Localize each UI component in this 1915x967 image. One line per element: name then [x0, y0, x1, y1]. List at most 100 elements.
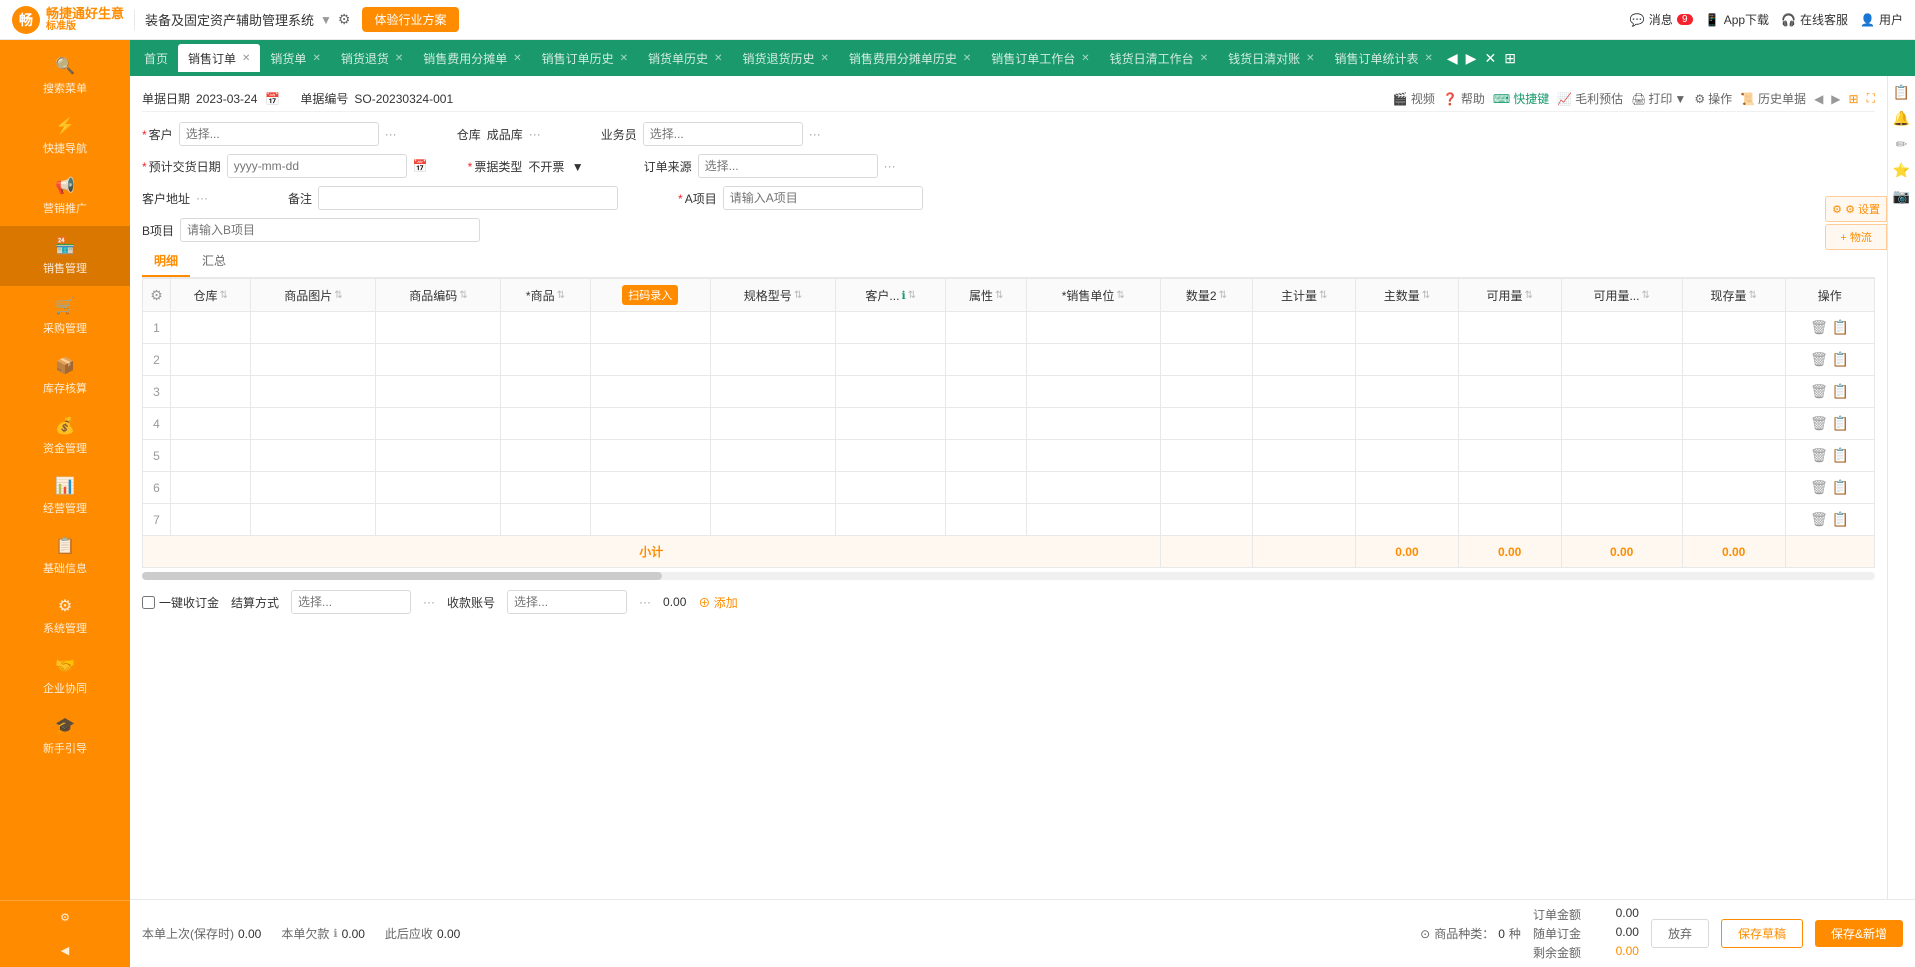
row-6-product[interactable]	[501, 472, 590, 504]
row-2-attribute[interactable]	[946, 344, 1026, 376]
stock-sort-icon[interactable]: ⇅	[1748, 290, 1756, 301]
sidebar-settings-btn[interactable]: ⚙	[0, 901, 130, 934]
customer-ellipsis[interactable]: ···	[385, 127, 397, 141]
row-1-stock[interactable]	[1682, 312, 1785, 344]
system-settings-icon[interactable]: ⚙	[338, 11, 351, 28]
payment-method-input[interactable]	[291, 590, 411, 614]
sidebar-item-guide[interactable]: 🎓 新手引导	[0, 706, 130, 766]
row-3-copy-btn[interactable]: 📋	[1832, 383, 1849, 400]
delivery-date-input[interactable]	[227, 154, 407, 178]
row-7-stock[interactable]	[1682, 504, 1785, 536]
row-3-attribute[interactable]	[946, 376, 1026, 408]
tab-sales-stat-close[interactable]: ✕	[1425, 53, 1433, 64]
row-7-warehouse[interactable]	[171, 504, 251, 536]
tab-sales-return-close[interactable]: ✕	[312, 53, 320, 64]
row-1-qty2[interactable]	[1160, 312, 1253, 344]
tab-sales-order[interactable]: 销售订单 ✕	[178, 44, 260, 72]
row-4-qty2[interactable]	[1160, 408, 1253, 440]
delivery-calendar-icon[interactable]: 📅	[413, 159, 428, 173]
row-4-customer-code[interactable]	[835, 408, 945, 440]
right-panel-edit-icon[interactable]: ✏	[1890, 132, 1914, 156]
row-2-available2[interactable]	[1561, 344, 1682, 376]
row-4-spec[interactable]	[711, 408, 836, 440]
row-6-stock[interactable]	[1682, 472, 1785, 504]
row-7-copy-btn[interactable]: 📋	[1832, 511, 1849, 528]
row-2-available[interactable]	[1458, 344, 1561, 376]
tab-order-history-close[interactable]: ✕	[620, 53, 628, 64]
right-panel-clipboard-icon[interactable]: 📋	[1890, 80, 1914, 104]
row-3-stock[interactable]	[1682, 376, 1785, 408]
row-6-sales-unit[interactable]	[1026, 472, 1160, 504]
row-3-product-img[interactable]	[251, 376, 376, 408]
row-1-available2[interactable]	[1561, 312, 1682, 344]
row-3-product-code[interactable]	[376, 376, 501, 408]
row-4-delete-btn[interactable]: 🗑	[1810, 415, 1828, 432]
row-5-copy-btn[interactable]: 📋	[1832, 447, 1849, 464]
tab-cash-daily-close[interactable]: ✕	[1200, 53, 1208, 64]
customer-code-sort-icon[interactable]: ⇅	[908, 290, 916, 301]
row-2-spec[interactable]	[711, 344, 836, 376]
add-logistics-float-btn[interactable]: + 物流	[1825, 224, 1887, 250]
product-img-sort-icon[interactable]: ⇅	[334, 290, 342, 301]
doc-nav-next[interactable]: ▶	[1831, 92, 1840, 106]
sidebar-item-purchase[interactable]: 🛒 采购管理	[0, 286, 130, 346]
row-1-attribute[interactable]	[946, 312, 1026, 344]
row-7-scan[interactable]	[590, 504, 711, 536]
row-5-qty2[interactable]	[1160, 440, 1253, 472]
row-7-main-unit[interactable]	[1253, 504, 1356, 536]
sidebar-item-quick[interactable]: ⚡ 快捷导航	[0, 106, 130, 166]
row-2-delete-btn[interactable]: 🗑	[1810, 351, 1828, 368]
sidebar-item-marketing[interactable]: 📢 营销推广	[0, 166, 130, 226]
row-1-scan[interactable]	[590, 312, 711, 344]
tab-return-history-close[interactable]: ✕	[714, 53, 722, 64]
row-6-available2[interactable]	[1561, 472, 1682, 504]
payment-method-ellipsis[interactable]: ···	[423, 595, 435, 609]
row-6-product-code[interactable]	[376, 472, 501, 504]
row-5-main-qty[interactable]	[1356, 440, 1459, 472]
customer-input[interactable]	[179, 122, 379, 146]
row-4-product-img[interactable]	[251, 408, 376, 440]
row-2-main-qty[interactable]	[1356, 344, 1459, 376]
row-6-delete-btn[interactable]: 🗑	[1810, 479, 1828, 496]
tab-more-btn[interactable]: ⊞	[1500, 50, 1520, 67]
row-5-sales-unit[interactable]	[1026, 440, 1160, 472]
row-1-main-qty[interactable]	[1356, 312, 1459, 344]
online-service-item[interactable]: 🎧 在线客服	[1781, 11, 1848, 28]
sales-unit-sort-icon[interactable]: ⇅	[1116, 290, 1124, 301]
tab-next-btn[interactable]: ▶	[1462, 50, 1481, 67]
scan-btn[interactable]: 扫码录入	[622, 285, 678, 305]
row-4-attribute[interactable]	[946, 408, 1026, 440]
row-1-warehouse[interactable]	[171, 312, 251, 344]
row-3-warehouse[interactable]	[171, 376, 251, 408]
row-5-stock[interactable]	[1682, 440, 1785, 472]
tab-fee-split-history[interactable]: 销售费用分摊单历史 ✕	[839, 44, 981, 72]
doc-nav-prev[interactable]: ◀	[1814, 92, 1823, 106]
row-7-available[interactable]	[1458, 504, 1561, 536]
tab-return-history[interactable]: 销货单历史 ✕	[638, 44, 732, 72]
sidebar-item-system[interactable]: ⚙ 系统管理	[0, 586, 130, 646]
row-2-main-unit[interactable]	[1253, 344, 1356, 376]
sidebar-item-sales[interactable]: 🏪 销售管理	[0, 226, 130, 286]
tab-fee-split[interactable]: 销售费用分摊单 ✕	[413, 44, 531, 72]
sidebar-item-finance[interactable]: 💰 资金管理	[0, 406, 130, 466]
row-3-main-unit[interactable]	[1253, 376, 1356, 408]
product-code-sort-icon[interactable]: ⇅	[459, 290, 467, 301]
row-6-spec[interactable]	[711, 472, 836, 504]
row-1-product[interactable]	[501, 312, 590, 344]
tab-order-workbench[interactable]: 销售订单工作台 ✕	[981, 44, 1099, 72]
sidebar-item-inventory[interactable]: 📦 库存核算	[0, 346, 130, 406]
system-dropdown-icon[interactable]: ▼	[320, 13, 332, 27]
table-settings-icon[interactable]: ⚙	[150, 287, 163, 303]
row-6-attribute[interactable]	[946, 472, 1026, 504]
settings-float-btn[interactable]: ⚙ ⚙ 设置	[1825, 196, 1887, 222]
row-7-available2[interactable]	[1561, 504, 1682, 536]
main-qty-sort-icon[interactable]: ⇅	[1422, 290, 1430, 301]
sidebar-item-basic[interactable]: 📋 基础信息	[0, 526, 130, 586]
row-3-main-qty[interactable]	[1356, 376, 1459, 408]
tab-sales-stat[interactable]: 销售订单统计表 ✕	[1324, 44, 1442, 72]
row-3-delete-btn[interactable]: 🗑	[1810, 383, 1828, 400]
row-6-main-unit[interactable]	[1253, 472, 1356, 504]
print-btn[interactable]: 🖨 打印 ▼	[1631, 90, 1686, 107]
row-4-available[interactable]	[1458, 408, 1561, 440]
warehouse-sort-icon[interactable]: ⇅	[220, 290, 228, 301]
